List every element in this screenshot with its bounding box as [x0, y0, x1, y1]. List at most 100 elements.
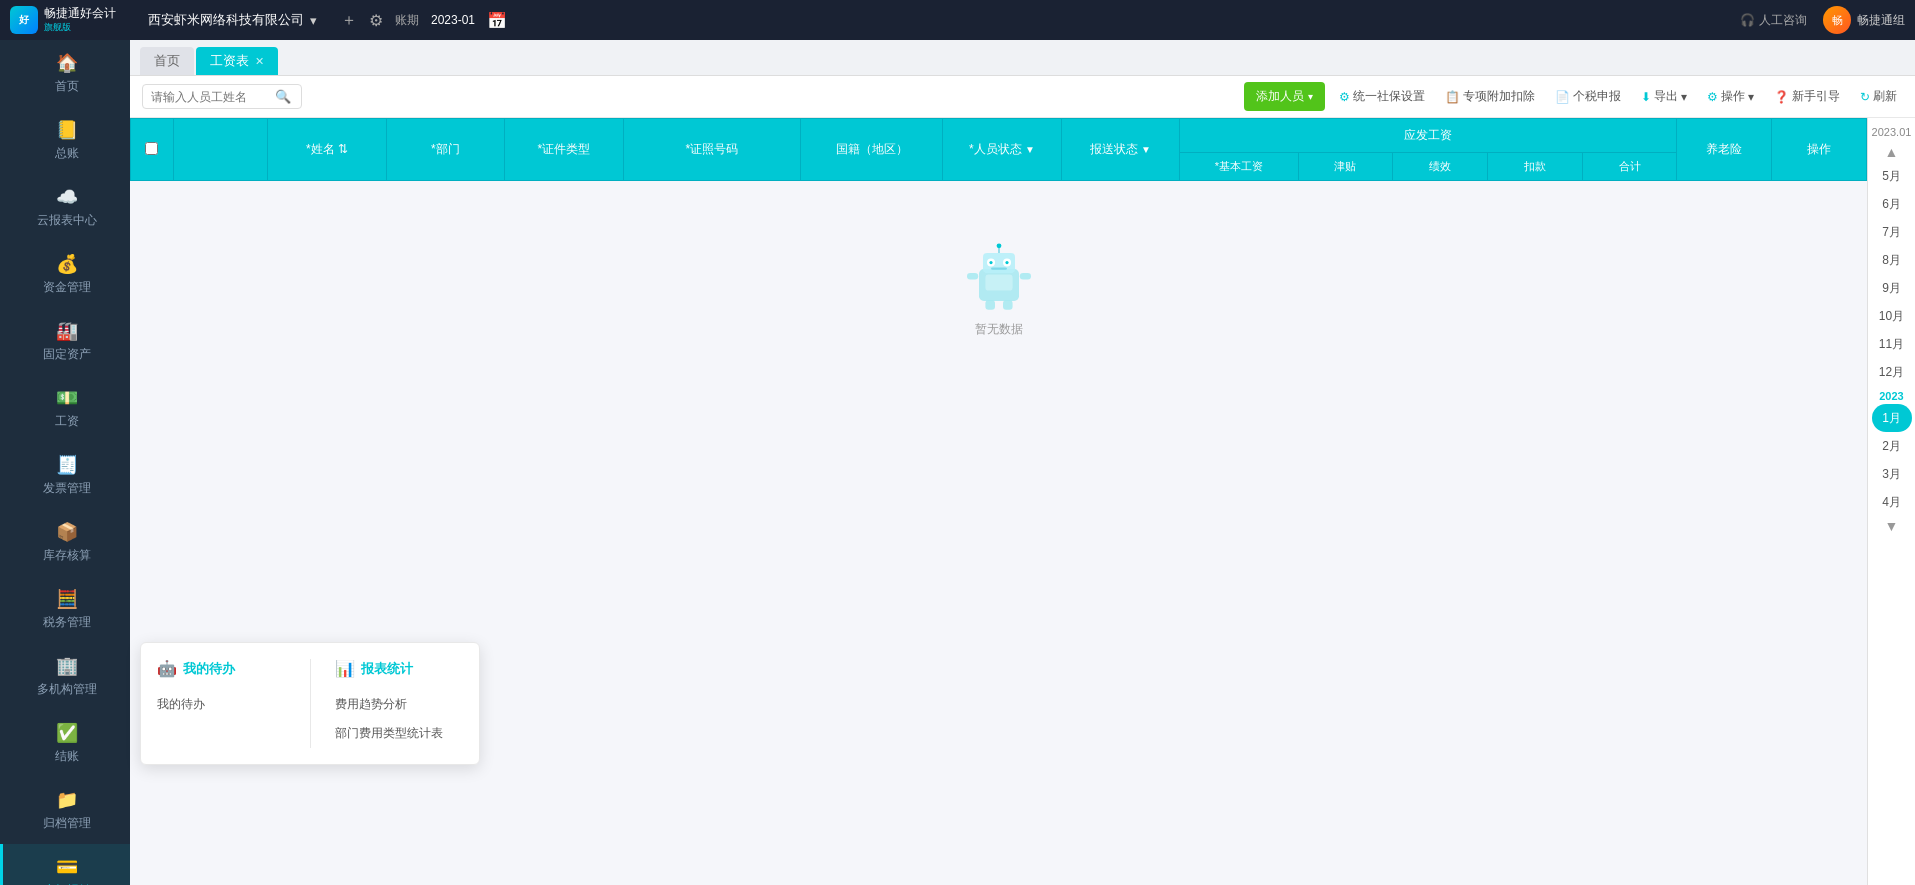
xiaochang-icon: 💳 [56, 856, 78, 878]
new-guide-icon: ❓ [1774, 90, 1789, 104]
th-id [173, 119, 268, 181]
svg-rect-8 [991, 267, 1007, 269]
user-info[interactable]: 畅 畅捷通组 [1823, 6, 1905, 34]
tax-report-button[interactable]: 📄 个税申报 [1549, 84, 1627, 109]
customer-service-button[interactable]: 🎧 人工咨询 [1740, 12, 1807, 29]
th-deduct: 扣款 [1487, 153, 1582, 181]
social-security-button[interactable]: ⚙ 统一社保设置 [1333, 84, 1431, 109]
home-icon: 🏠 [56, 52, 78, 74]
sidebar-item-archive[interactable]: 📁 归档管理 [0, 777, 130, 844]
popup-divider [310, 659, 311, 748]
th-total: 合计 [1582, 153, 1677, 181]
sidebar-label: 库存核算 [43, 547, 91, 564]
month-item-5[interactable]: 5月 [1872, 162, 1912, 190]
sidebar-label: 结账 [55, 748, 79, 765]
operate-dropdown-icon: ▾ [1748, 90, 1754, 104]
month-item-10[interactable]: 10月 [1872, 302, 1912, 330]
popup-todo-header: 🤖 我的待办 [157, 659, 286, 678]
logo-icon: 好 [10, 6, 38, 34]
sidebar-label: 税务管理 [43, 614, 91, 631]
month-item-9[interactable]: 9月 [1872, 274, 1912, 302]
month-nav-up[interactable]: ▲ [1876, 142, 1908, 162]
refresh-button[interactable]: ↻ 刷新 [1854, 84, 1903, 109]
empty-state: 暂无数据 [131, 181, 1867, 398]
settle-icon: ✅ [56, 722, 78, 744]
sidebar-item-inventory[interactable]: 📦 库存核算 [0, 509, 130, 576]
popup-report-item-1[interactable]: 费用趋势分析 [335, 690, 464, 719]
popup-todo-item-1[interactable]: 我的待办 [157, 690, 286, 719]
month-item-12[interactable]: 12月 [1872, 358, 1912, 386]
app-sub: 旗舰版 [44, 21, 116, 34]
year-label-2023: 2023 [1879, 390, 1903, 402]
search-input[interactable] [151, 90, 271, 104]
th-op: 操作 [1772, 119, 1867, 181]
sidebar-item-settle[interactable]: ✅ 结账 [0, 710, 130, 777]
th-checkbox[interactable] [131, 119, 174, 181]
sidebar-label: 发票管理 [43, 480, 91, 497]
settings-icon[interactable]: ⚙ [369, 11, 383, 30]
company-name: 西安虾米网络科技有限公司 [148, 11, 304, 29]
popup-col-report: 📊 报表统计 费用趋势分析 部门费用类型统计表 [335, 659, 464, 748]
sidebar-item-invoice[interactable]: 🧾 发票管理 [0, 442, 130, 509]
export-button[interactable]: ⬇ 导出 ▾ [1635, 84, 1693, 109]
company-selector[interactable]: 西安虾米网络科技有限公司 ▾ [140, 7, 325, 33]
svg-point-7 [996, 243, 1001, 248]
svg-point-5 [1005, 261, 1008, 264]
month-item-4[interactable]: 4月 [1872, 488, 1912, 516]
tab-close-icon[interactable]: ✕ [255, 55, 264, 68]
sidebar-item-ledger[interactable]: 📒 总账 [0, 107, 130, 174]
month-item-8[interactable]: 8月 [1872, 246, 1912, 274]
svg-rect-11 [1019, 273, 1030, 279]
sidebar-item-cloud-report[interactable]: ☁️ 云报表中心 [0, 174, 130, 241]
month-item-11[interactable]: 11月 [1872, 330, 1912, 358]
tax-report-label: 个税申报 [1573, 88, 1621, 105]
month-item-6[interactable]: 6月 [1872, 190, 1912, 218]
th-dept: *部门 [386, 119, 504, 181]
empty-robot-icon [959, 241, 1039, 321]
export-icon: ⬇ [1641, 90, 1651, 104]
month-item-2[interactable]: 2月 [1872, 432, 1912, 460]
svg-point-4 [989, 261, 992, 264]
sidebar-item-assets[interactable]: 🏭 固定资产 [0, 308, 130, 375]
tab-home[interactable]: 首页 [140, 47, 194, 75]
sidebar-item-tax[interactable]: 🧮 税务管理 [0, 576, 130, 643]
select-all-checkbox[interactable] [145, 142, 158, 155]
month-item-7[interactable]: 7月 [1872, 218, 1912, 246]
sidebar-label: 总账 [55, 145, 79, 162]
new-guide-label: 新手引导 [1792, 88, 1840, 105]
month-nav-down[interactable]: ▼ [1876, 516, 1908, 536]
month-item-3[interactable]: 3月 [1872, 460, 1912, 488]
sidebar-item-salary[interactable]: 💵 工资 [0, 375, 130, 442]
sidebar: 🏠 首页 📒 总账 ☁️ 云报表中心 💰 资金管理 🏭 固定资产 💵 工资 🧾 … [0, 40, 130, 885]
empty-text: 暂无数据 [975, 321, 1023, 338]
sidebar-item-multi-org[interactable]: 🏢 多机构管理 [0, 643, 130, 710]
svg-rect-13 [1003, 300, 1013, 310]
fund-icon: 💰 [56, 253, 78, 275]
social-security-icon: ⚙ [1339, 90, 1350, 104]
search-box[interactable]: 🔍 [142, 84, 302, 109]
sidebar-item-home[interactable]: 🏠 首页 [0, 40, 130, 107]
special-deduct-button[interactable]: 📋 专项附加扣除 [1439, 84, 1541, 109]
new-guide-button[interactable]: ❓ 新手引导 [1768, 84, 1846, 109]
tab-salary-label: 工资表 [210, 52, 249, 70]
sidebar-item-xiaochang[interactable]: 💳 小畅报销 [0, 844, 130, 885]
add-button[interactable]: ＋ [341, 10, 357, 31]
popup-todo-title: 我的待办 [183, 660, 235, 678]
chevron-down-icon: ▾ [310, 13, 317, 28]
th-salary-group: 应发工资 [1180, 119, 1677, 153]
popup-report-item-2[interactable]: 部门费用类型统计表 [335, 719, 464, 748]
operate-button[interactable]: ⚙ 操作 ▾ [1701, 84, 1760, 109]
th-bonus: 绩效 [1393, 153, 1488, 181]
popup-menu: 🤖 我的待办 我的待办 📊 报表统计 费用趋势分析 部门费用类型统计表 [140, 642, 480, 765]
th-base-salary: *基本工资 [1180, 153, 1298, 181]
avatar: 畅 [1823, 6, 1851, 34]
header-actions: ＋ ⚙ 账期 2023-01 📅 [341, 10, 507, 31]
add-person-button[interactable]: 添加人员 ▾ [1244, 82, 1325, 111]
sidebar-item-fund[interactable]: 💰 资金管理 [0, 241, 130, 308]
tab-salary[interactable]: 工资表 ✕ [196, 47, 278, 75]
avatar-text: 畅 [1832, 13, 1843, 28]
month-item-1[interactable]: 1月 [1872, 404, 1912, 432]
assets-icon: 🏭 [56, 320, 78, 342]
tax-icon: 🧮 [56, 588, 78, 610]
calendar-icon[interactable]: 📅 [487, 11, 507, 30]
